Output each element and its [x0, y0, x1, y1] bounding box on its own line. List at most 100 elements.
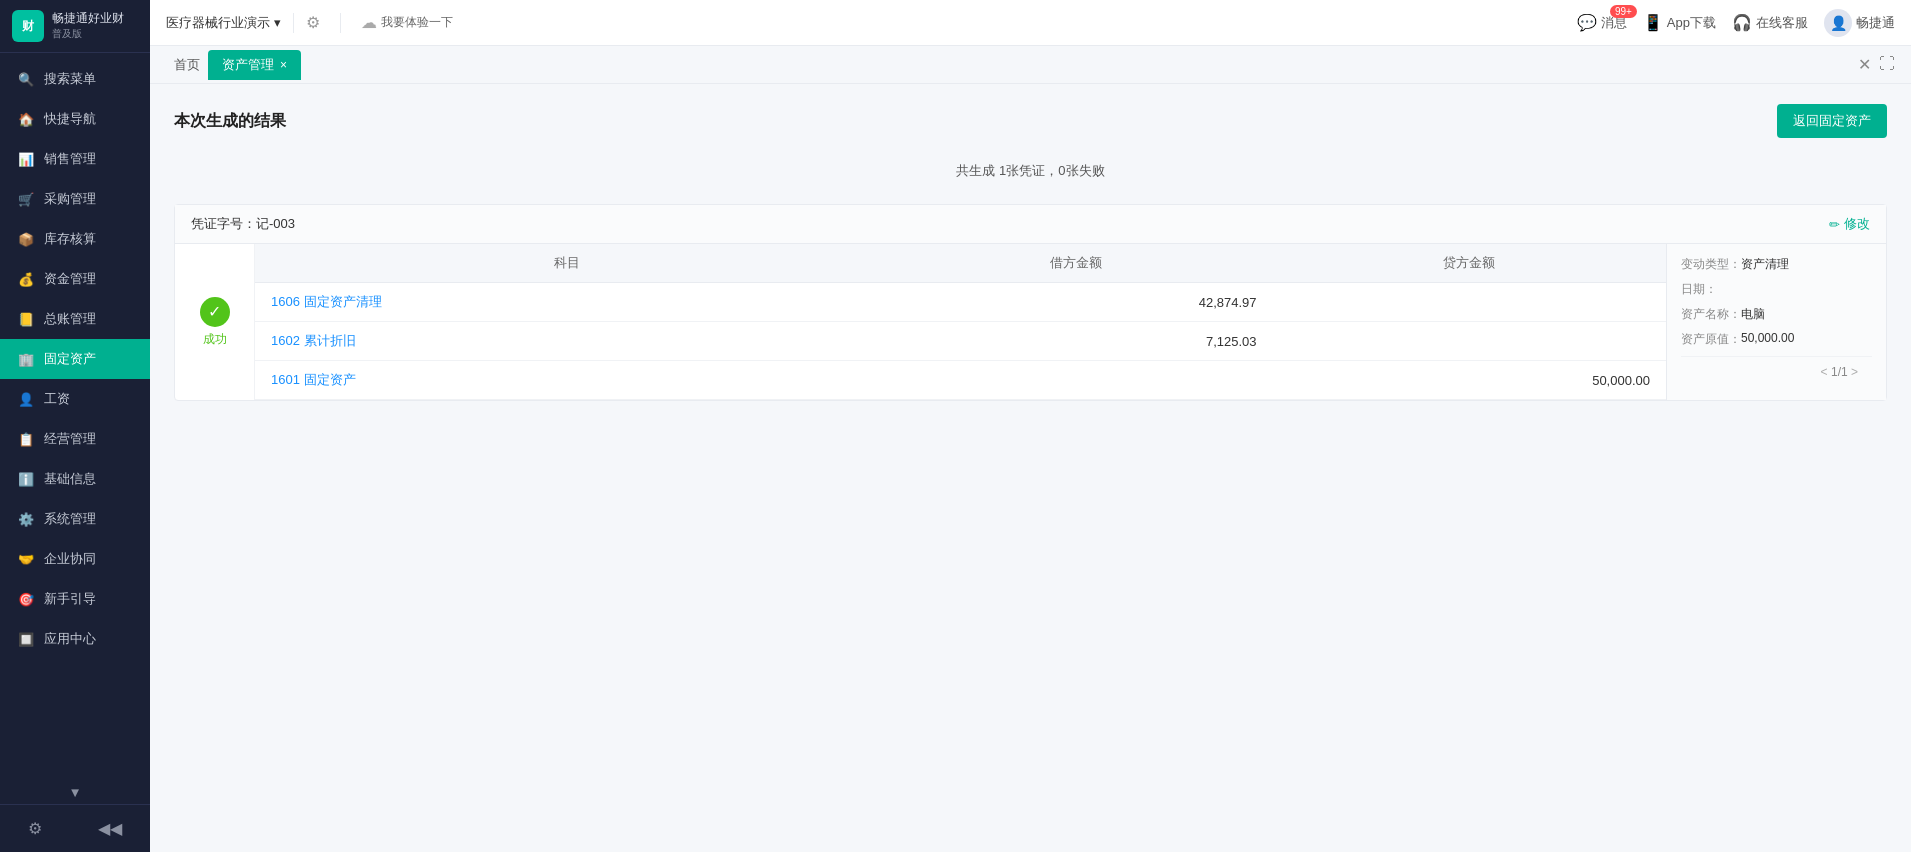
- purchase-icon: 🛒: [16, 189, 36, 209]
- fixed-assets-icon: 🏢: [16, 349, 36, 369]
- detail-asset-name-value: 电脑: [1741, 306, 1765, 323]
- page-info: 1/1: [1831, 365, 1851, 379]
- return-button[interactable]: 返回固定资产: [1777, 104, 1887, 138]
- sidebar-item-search[interactable]: 🔍 搜索菜单: [0, 59, 150, 99]
- user-menu[interactable]: 👤 畅捷通: [1824, 9, 1895, 37]
- sidebar-item-sales[interactable]: 📊 销售管理: [0, 139, 150, 179]
- app-center-icon: 🔲: [16, 629, 36, 649]
- sidebar-item-purchase[interactable]: 🛒 采购管理: [0, 179, 150, 219]
- sidebar-item-label-fixed-assets: 固定资产: [44, 350, 96, 368]
- tab-asset-management[interactable]: 资产管理 ×: [208, 50, 301, 80]
- tab-close-icon[interactable]: ×: [280, 58, 287, 72]
- result-summary: 共生成 1张凭证，0张失败: [174, 154, 1887, 188]
- success-label: 成功: [203, 331, 227, 348]
- quick-nav-icon: 🏠: [16, 109, 36, 129]
- sidebar-item-label-app-center: 应用中心: [44, 630, 96, 648]
- sidebar-item-label-quick-nav: 快捷导航: [44, 110, 96, 128]
- cell-credit: [1273, 283, 1666, 322]
- sidebar: 财 畅捷通好业财 普及版 🔍 搜索菜单 🏠 快捷导航 📊 销售管理 🛒 采购管理…: [0, 0, 150, 852]
- col-credit: 贷方金额: [1273, 244, 1666, 283]
- voucher-card: 凭证字号：记-003 ✏ 修改 ✓ 成功 科目: [174, 204, 1887, 401]
- page-header: 本次生成的结果 返回固定资产: [174, 104, 1887, 138]
- sidebar-item-payroll[interactable]: 👤 工资: [0, 379, 150, 419]
- online-service-label: 在线客服: [1756, 14, 1808, 32]
- message-icon: 💬: [1577, 13, 1597, 32]
- sidebar-item-label-inventory: 库存核算: [44, 230, 96, 248]
- tab-home[interactable]: 首页: [166, 56, 208, 74]
- topbar: 医疗器械行业演示 ▾ ⚙ ☁ 我要体验一下 💬 消息 99+ 📱 App下载 🎧…: [150, 0, 1911, 46]
- sidebar-item-app-center[interactable]: 🔲 应用中心: [0, 619, 150, 659]
- sidebar-item-basic-info[interactable]: ℹ️ 基础信息: [0, 459, 150, 499]
- sidebar-item-business[interactable]: 📋 经营管理: [0, 419, 150, 459]
- sidebar-item-cooperation[interactable]: 🤝 企业协同: [0, 539, 150, 579]
- voucher-header: 凭证字号：记-003 ✏ 修改: [175, 205, 1886, 244]
- content-area: 本次生成的结果 返回固定资产 共生成 1张凭证，0张失败 凭证字号：记-003 …: [150, 84, 1911, 852]
- detail-original-value-label: 资产原值：: [1681, 331, 1741, 348]
- sidebar-item-label-search: 搜索菜单: [44, 70, 96, 88]
- experience-button[interactable]: ☁ 我要体验一下: [361, 13, 453, 32]
- panel-close-icon[interactable]: ✕: [1858, 55, 1871, 74]
- main-area: 医疗器械行业演示 ▾ ⚙ ☁ 我要体验一下 💬 消息 99+ 📱 App下载 🎧…: [150, 0, 1911, 852]
- ledger-icon: 📒: [16, 309, 36, 329]
- sidebar-item-ledger[interactable]: 📒 总账管理: [0, 299, 150, 339]
- sidebar-item-inventory[interactable]: 📦 库存核算: [0, 219, 150, 259]
- online-service-button[interactable]: 🎧 在线客服: [1732, 13, 1808, 32]
- table-row: 1606 固定资产清理 42,874.97: [255, 283, 1666, 322]
- voucher-table: 科目 借方金额 贷方金额 1606 固定资产清理 42,874.97 1602 …: [255, 244, 1666, 400]
- sidebar-item-fixed-assets[interactable]: 🏢 固定资产: [0, 339, 150, 379]
- voucher-table-container: 科目 借方金额 贷方金额 1606 固定资产清理 42,874.97 1602 …: [255, 244, 1666, 400]
- prev-page[interactable]: <: [1821, 365, 1828, 379]
- app-download-button[interactable]: 📱 App下载: [1643, 13, 1716, 32]
- sidebar-nav: 🔍 搜索菜单 🏠 快捷导航 📊 销售管理 🛒 采购管理 📦 库存核算 💰 资金管…: [0, 53, 150, 781]
- sidebar-item-label-cooperation: 企业协同: [44, 550, 96, 568]
- sidebar-scroll-down[interactable]: ▼: [0, 781, 150, 804]
- dropdown-icon: ▾: [274, 15, 281, 30]
- sidebar-item-quick-nav[interactable]: 🏠 快捷导航: [0, 99, 150, 139]
- app-download-label: App下载: [1667, 14, 1716, 32]
- settings-gear-icon[interactable]: ⚙: [306, 13, 320, 32]
- download-icon: 📱: [1643, 13, 1663, 32]
- voucher-detail-panel: 变动类型： 资产清理 日期： 资产名称： 电脑 资产原值： 50,000.00: [1666, 244, 1886, 400]
- col-debit: 借方金额: [879, 244, 1272, 283]
- inventory-icon: 📦: [16, 229, 36, 249]
- edit-icon: ✏: [1829, 217, 1840, 232]
- messages-button[interactable]: 💬 消息 99+: [1577, 13, 1627, 32]
- sidebar-item-system[interactable]: ⚙️ 系统管理: [0, 499, 150, 539]
- cell-debit: [879, 361, 1272, 400]
- logo-text: 畅捷通好业财: [52, 11, 124, 27]
- sidebar-logo: 财 畅捷通好业财 普及版: [0, 0, 150, 53]
- cell-debit: 42,874.97: [879, 283, 1272, 322]
- username-label: 畅捷通: [1856, 14, 1895, 32]
- panel-expand-icon[interactable]: ⛶: [1879, 55, 1895, 74]
- cell-credit: [1273, 322, 1666, 361]
- voucher-number: 凭证字号：记-003: [191, 215, 295, 233]
- logo-text-wrap: 畅捷通好业财 普及版: [52, 11, 124, 41]
- system-icon: ⚙️: [16, 509, 36, 529]
- settings-button[interactable]: ⚙: [22, 813, 48, 844]
- search-icon: 🔍: [16, 69, 36, 89]
- success-indicator: ✓ 成功: [175, 244, 255, 400]
- sidebar-item-guide[interactable]: 🎯 新手引导: [0, 579, 150, 619]
- voucher-body: ✓ 成功 科目 借方金额 贷方金额 1606 固定资产清: [175, 244, 1886, 400]
- table-row: 1601 固定资产 50,000.00: [255, 361, 1666, 400]
- sidebar-item-label-payroll: 工资: [44, 390, 70, 408]
- detail-change-type-value: 资产清理: [1741, 256, 1789, 273]
- cell-subject: 1606 固定资产清理: [255, 283, 879, 322]
- funds-icon: 💰: [16, 269, 36, 289]
- table-row: 1602 累计折旧 7,125.03: [255, 322, 1666, 361]
- collapse-button[interactable]: ◀◀: [92, 813, 128, 844]
- detail-change-type-label: 变动类型：: [1681, 256, 1741, 273]
- sidebar-item-funds[interactable]: 💰 资金管理: [0, 259, 150, 299]
- logo-icon: 财: [12, 10, 44, 42]
- sidebar-footer: ⚙ ◀◀: [0, 804, 150, 852]
- page-title: 本次生成的结果: [174, 111, 286, 132]
- edit-label: 修改: [1844, 215, 1870, 233]
- next-page[interactable]: >: [1851, 365, 1858, 379]
- payroll-icon: 👤: [16, 389, 36, 409]
- detail-change-type: 变动类型： 资产清理: [1681, 256, 1872, 273]
- sidebar-item-label-business: 经营管理: [44, 430, 96, 448]
- cell-debit: 7,125.03: [879, 322, 1272, 361]
- company-selector[interactable]: 医疗器械行业演示 ▾: [166, 14, 281, 32]
- edit-button[interactable]: ✏ 修改: [1829, 215, 1870, 233]
- topbar-divider-1: [293, 13, 294, 33]
